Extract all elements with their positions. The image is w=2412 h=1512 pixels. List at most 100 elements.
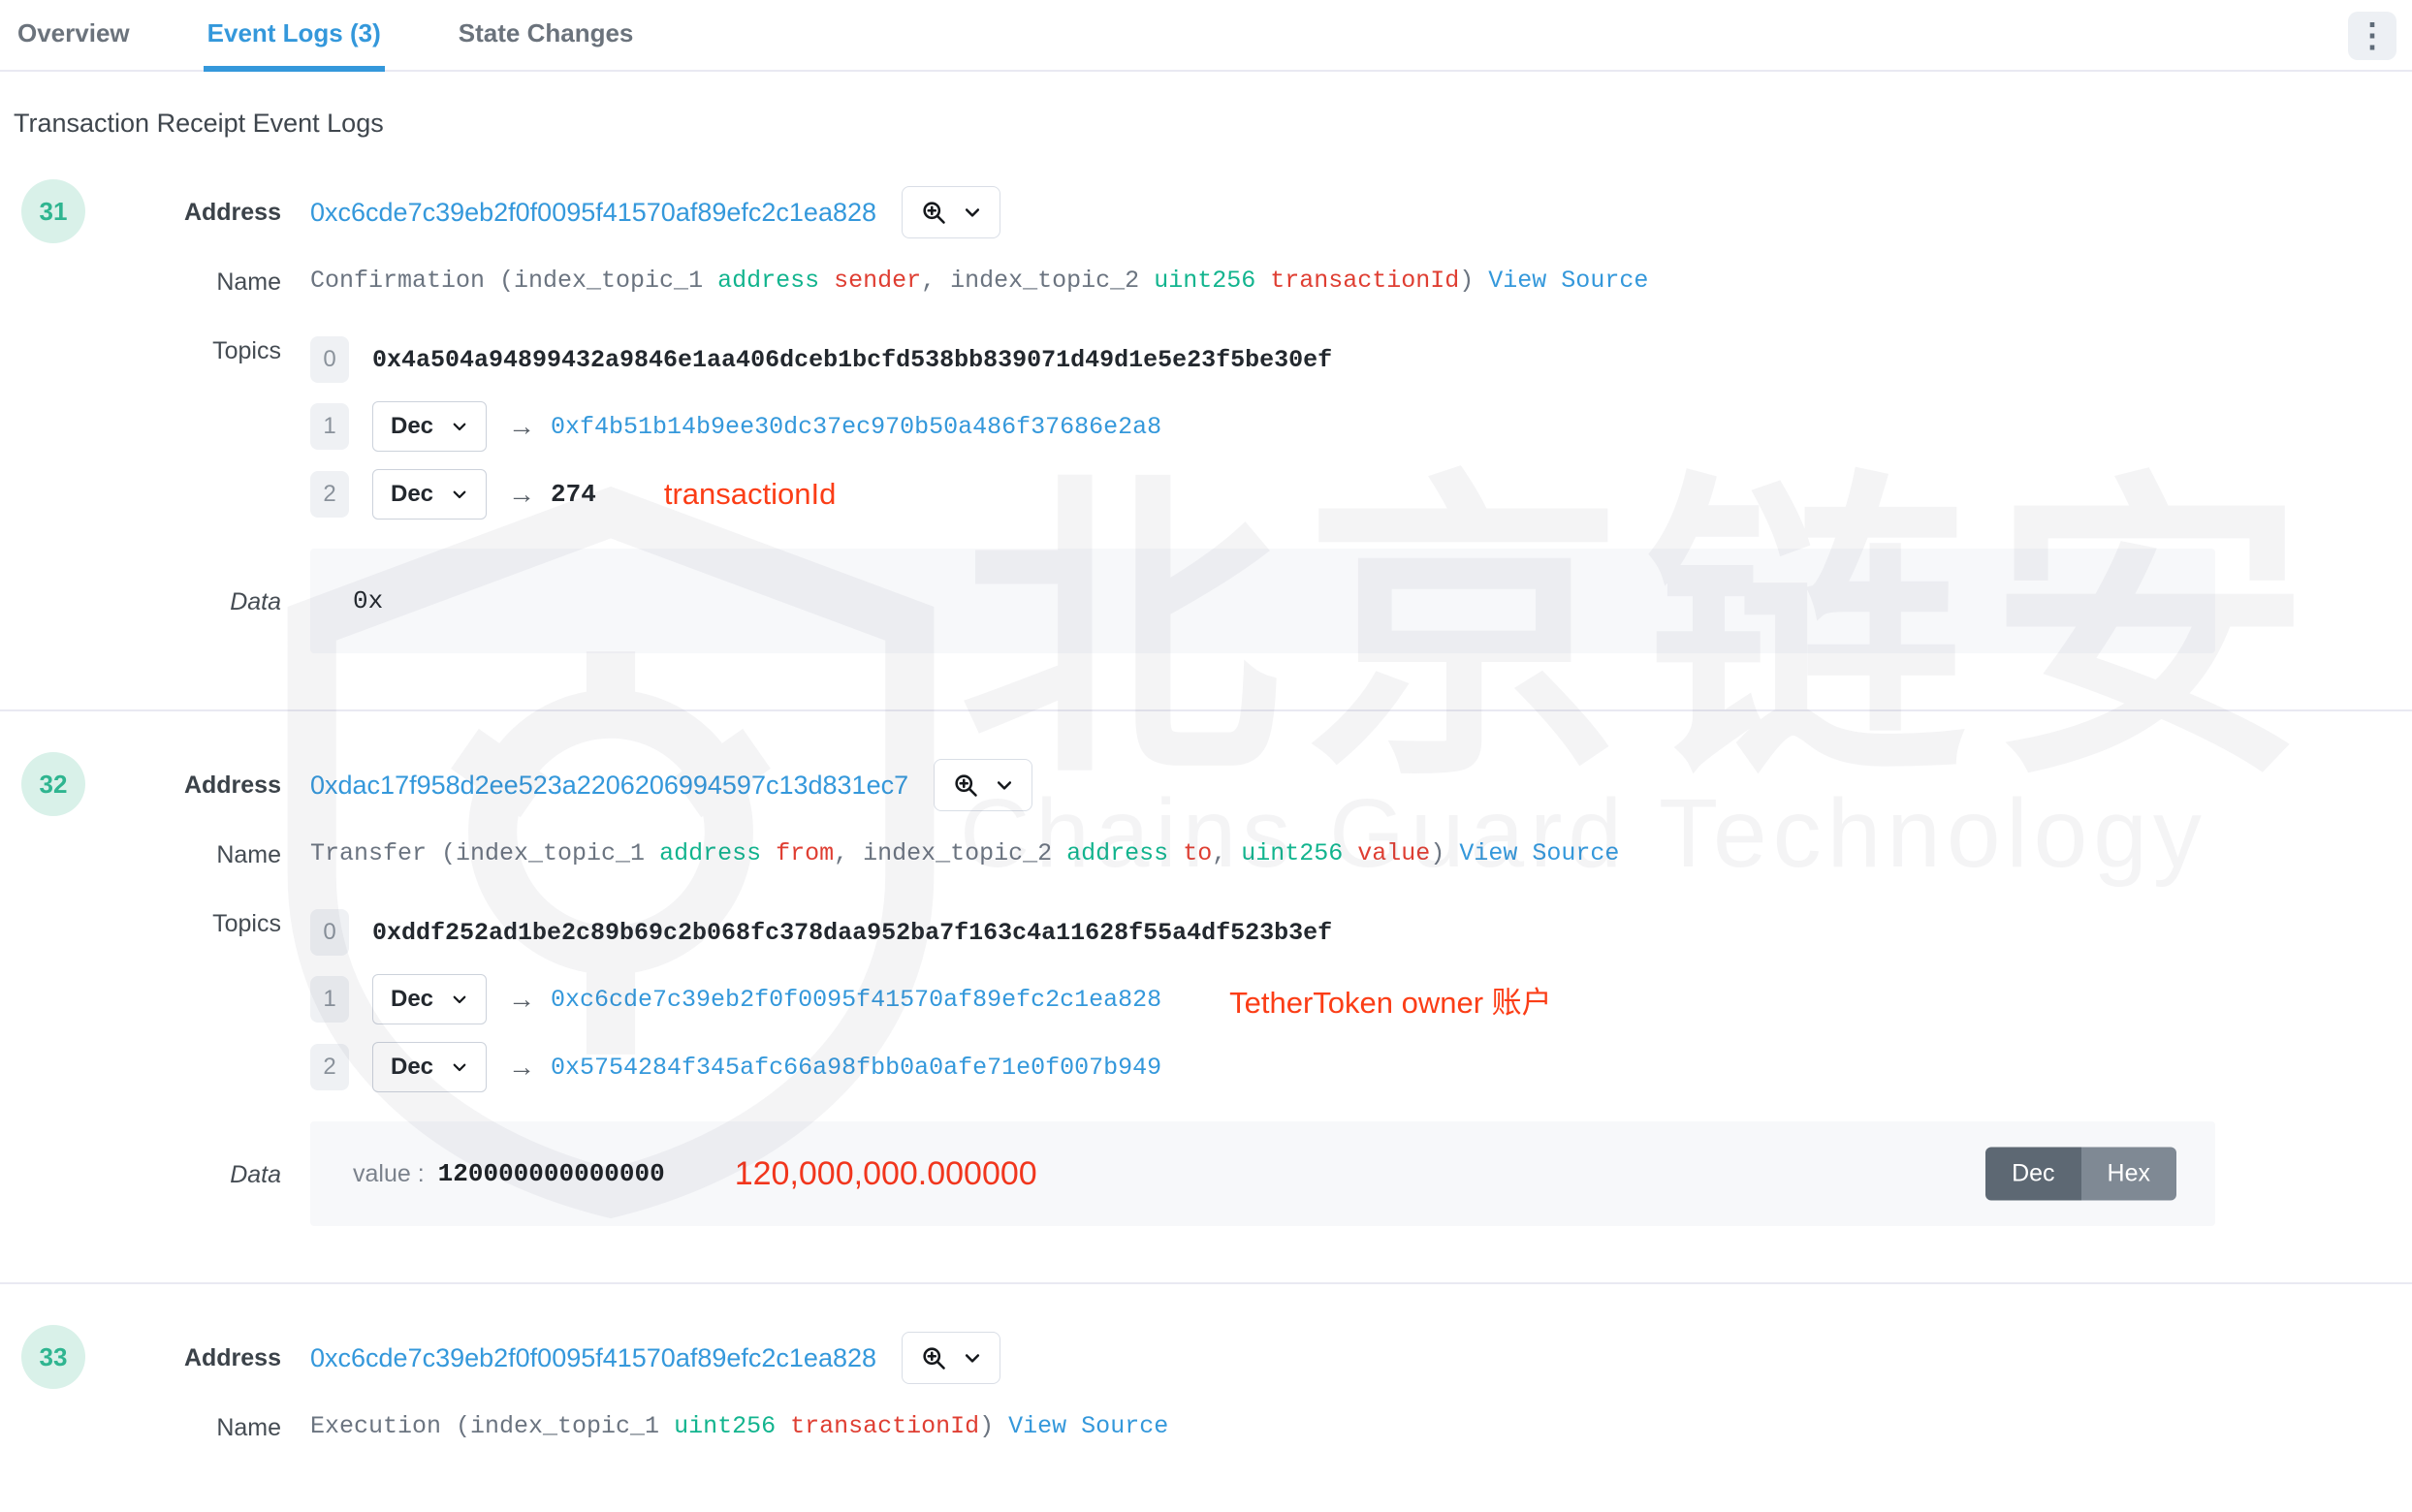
zoom-in-icon bbox=[923, 202, 945, 224]
log-divider bbox=[0, 709, 2412, 711]
signature-segment: ) bbox=[1459, 267, 1489, 295]
signature-segment bbox=[1343, 839, 1357, 867]
address-link[interactable]: 0xc6cde7c39eb2f0f0095f41570af89efc2c1ea8… bbox=[310, 1343, 876, 1373]
dec-hex-select[interactable]: Dec bbox=[372, 401, 488, 452]
address-link[interactable]: 0xc6cde7c39eb2f0f0095f41570af89efc2c1ea8… bbox=[310, 198, 876, 228]
data-value-label: value : bbox=[353, 1159, 425, 1187]
dec-hex-select[interactable]: Dec bbox=[372, 469, 488, 520]
log-index-badge: 32 bbox=[21, 752, 85, 816]
more-options-button[interactable]: ⋮ bbox=[2348, 12, 2396, 60]
signature-segment bbox=[1168, 839, 1183, 867]
event-signature: Transfer (index_topic_1 address from, in… bbox=[310, 839, 2412, 869]
data-row: Data value : 120000000000000 120,000,000.0… bbox=[0, 1121, 2412, 1226]
address-zoom-dropdown[interactable] bbox=[902, 186, 1001, 238]
signature-segment: address bbox=[717, 267, 820, 295]
signature-segment: uint256 bbox=[674, 1412, 777, 1440]
manual-annotation: transactionId bbox=[663, 477, 837, 511]
chevron-down-icon bbox=[453, 1063, 466, 1072]
manual-annotation: 120,000,000.000000 bbox=[734, 1154, 1037, 1192]
topic-address-link[interactable]: 0xc6cde7c39eb2f0f0095f41570af89efc2c1ea8… bbox=[551, 986, 1161, 1014]
topic-index-badge: 0 bbox=[310, 336, 349, 383]
zoom-in-icon bbox=[923, 1347, 945, 1370]
arrow-right-icon: → bbox=[508, 1052, 536, 1082]
log-index-badge: 31 bbox=[21, 179, 85, 243]
signature-segment: value bbox=[1357, 839, 1431, 867]
topic-row: 0 0x4a504a94899432a9846e1aa406dceb1bcfd53… bbox=[310, 335, 2412, 384]
address-zoom-dropdown[interactable] bbox=[902, 1332, 1001, 1384]
data-label: Data bbox=[230, 1160, 281, 1188]
arrow-right-icon: → bbox=[508, 411, 536, 441]
signature-segment: uint256 bbox=[1241, 839, 1344, 867]
signature-segment: sender bbox=[834, 267, 922, 295]
topic-index-badge: 1 bbox=[310, 403, 349, 450]
signature-segment bbox=[776, 1412, 790, 1440]
zoom-in-icon bbox=[955, 774, 977, 797]
signature-segment bbox=[1255, 267, 1270, 295]
tab-overview[interactable]: Overview bbox=[14, 0, 134, 72]
topic-decoded-value: 274 bbox=[551, 480, 596, 509]
dec-select-value: Dec bbox=[391, 413, 434, 439]
chevron-down-icon bbox=[453, 490, 466, 499]
chevron-down-icon bbox=[453, 995, 466, 1004]
data-hex-value: 0x bbox=[353, 586, 384, 615]
topic-hash: 0x4a504a94899432a9846e1aa406dceb1bcfd538… bbox=[372, 345, 1333, 374]
view-source-link[interactable]: View Source bbox=[1488, 267, 1648, 295]
dec-hex-toggle: Dec Hex bbox=[1985, 1147, 2176, 1201]
topic-index-badge: 0 bbox=[310, 909, 349, 956]
topics-label: Topics bbox=[212, 910, 281, 937]
topic-address-link[interactable]: 0x5754284f345afc66a98fbb0a0afe71e0f007b9… bbox=[551, 1054, 1161, 1082]
dec-toggle-button[interactable]: Dec bbox=[1985, 1147, 2081, 1201]
event-signature: Confirmation (index_topic_1 address send… bbox=[310, 267, 2412, 297]
dec-hex-select[interactable]: Dec bbox=[372, 974, 488, 1024]
topic-index-badge: 1 bbox=[310, 976, 349, 1023]
page-title: Transaction Receipt Event Logs bbox=[14, 109, 384, 138]
name-label: Name bbox=[216, 841, 281, 868]
dec-select-value: Dec bbox=[391, 986, 434, 1012]
view-source-link[interactable]: View Source bbox=[1008, 1412, 1168, 1440]
dec-hex-select[interactable]: Dec bbox=[372, 1042, 488, 1092]
topic-row: 2 Dec → 274 transactionId bbox=[310, 469, 2412, 520]
event-log-entry: 33 Address 0xc6cde7c39eb2f0f0095f41570af… bbox=[0, 1325, 2412, 1442]
chevron-down-icon bbox=[965, 208, 980, 217]
signature-segment: ) bbox=[1430, 839, 1460, 867]
name-label: Name bbox=[216, 268, 281, 296]
arrow-right-icon: → bbox=[508, 479, 536, 509]
tab-state-changes[interactable]: State Changes bbox=[455, 0, 638, 72]
signature-segment: from bbox=[776, 839, 835, 867]
arrow-right-icon: → bbox=[508, 984, 536, 1014]
topic-address-link[interactable]: 0xf4b51b14b9ee30dc37ec970b50a486f37686e2… bbox=[551, 413, 1161, 441]
data-label: Data bbox=[230, 587, 281, 615]
address-zoom-dropdown[interactable] bbox=[934, 759, 1033, 811]
signature-segment: address bbox=[1066, 839, 1169, 867]
tab-event-logs-3-[interactable]: Event Logs (3) bbox=[203, 0, 385, 72]
topics-label: Topics bbox=[212, 337, 281, 364]
signature-segment: Execution (index_topic_1 bbox=[310, 1412, 675, 1440]
signature-segment bbox=[819, 267, 834, 295]
data-row: Data 0x bbox=[0, 549, 2412, 653]
topics-row: Topics 0 0xddf252ad1be2c89b69c2b068fc378d… bbox=[0, 908, 2412, 1092]
log-divider bbox=[0, 1282, 2412, 1284]
event-signature: Execution (index_topic_1 uint256 transac… bbox=[310, 1412, 2412, 1442]
signature-segment: uint256 bbox=[1154, 267, 1256, 295]
chevron-down-icon bbox=[453, 423, 466, 431]
manual-annotation: TetherToken owner 账户 bbox=[1229, 985, 1552, 1020]
hex-toggle-button[interactable]: Hex bbox=[2080, 1147, 2176, 1201]
event-log-entry: 32 Address 0xdac17f958d2ee523a2206206994… bbox=[0, 752, 2412, 1226]
signature-segment: , index_topic_2 bbox=[921, 267, 1155, 295]
data-box: 0x bbox=[310, 549, 2215, 653]
dec-select-value: Dec bbox=[391, 1054, 434, 1080]
chevron-down-icon bbox=[998, 781, 1012, 790]
topic-row: 0 0xddf252ad1be2c89b69c2b068fc378daa952ba… bbox=[310, 908, 2412, 957]
signature-segment bbox=[761, 839, 776, 867]
signature-segment: ) bbox=[979, 1412, 1009, 1440]
data-box: value : 120000000000000 120,000,000.000000… bbox=[310, 1121, 2215, 1226]
topic-row: 1 Dec → 0xc6cde7c39eb2f0f0095f41570af89efc2… bbox=[310, 974, 2412, 1024]
kebab-icon: ⋮ bbox=[2356, 17, 2389, 54]
signature-segment: Confirmation (index_topic_1 bbox=[310, 267, 718, 295]
topic-hash: 0xddf252ad1be2c89b69c2b068fc378daa952ba7… bbox=[372, 918, 1333, 947]
address-link[interactable]: 0xdac17f958d2ee523a2206206994597c13d831e… bbox=[310, 771, 908, 801]
event-log-entry: 31 Address 0xc6cde7c39eb2f0f0095f41570af… bbox=[0, 179, 2412, 653]
signature-segment: , bbox=[1212, 839, 1242, 867]
topics-row: Topics 0 0x4a504a94899432a9846e1aa406dceb… bbox=[0, 335, 2412, 520]
view-source-link[interactable]: View Source bbox=[1459, 839, 1619, 867]
